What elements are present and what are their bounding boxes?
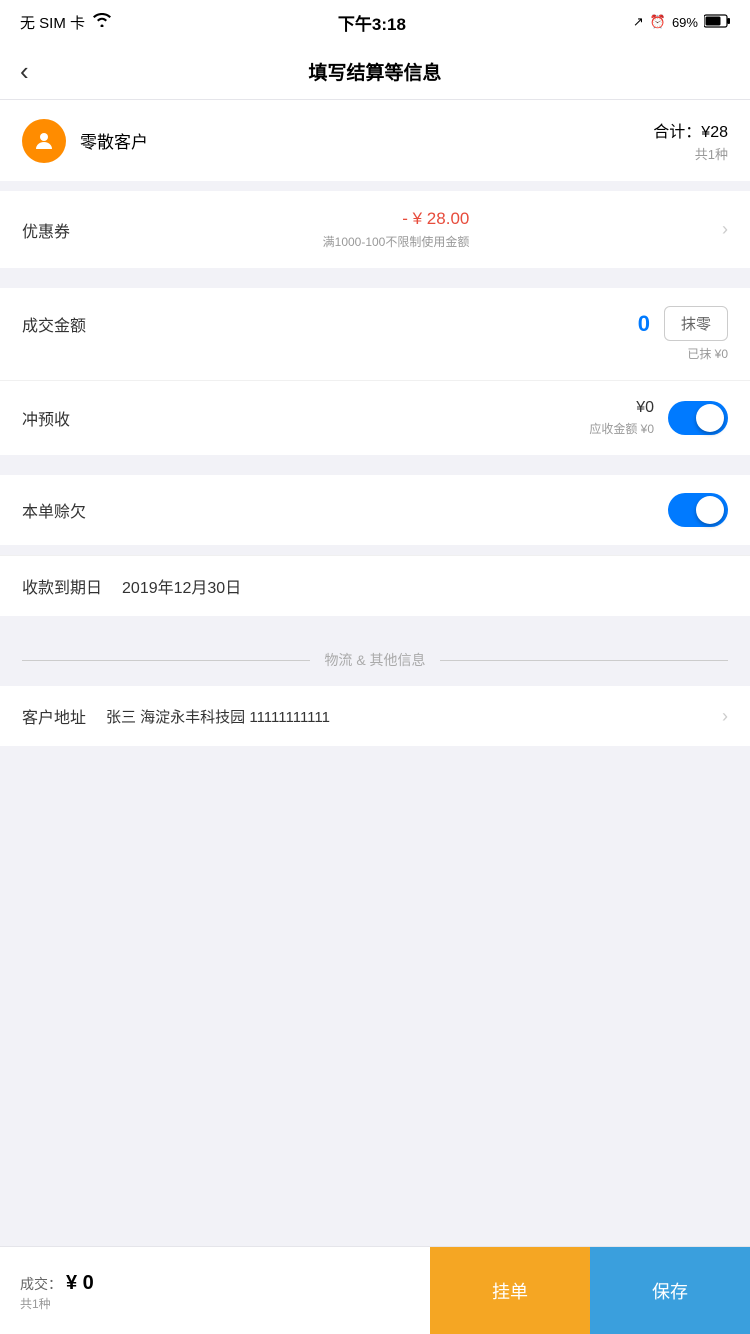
divider-line-right <box>440 660 728 661</box>
bottom-info: 成交： ¥ 0 共1种 <box>0 1247 430 1334</box>
deal-right: 0 抹零 <box>638 306 728 341</box>
nav-bar: ‹ 填写结算等信息 <box>0 44 750 100</box>
sim-indicator: 无 SIM 卡 <box>20 12 85 33</box>
alarm-icon: ⏰ <box>650 14 666 30</box>
credit-toggle[interactable] <box>668 493 728 527</box>
prepay-amount: ¥0 <box>589 399 654 417</box>
prepay-label: 冲预收 <box>22 406 70 430</box>
prepay-right: ¥0 应收金额 ¥0 <box>589 399 728 437</box>
address-section[interactable]: 客户地址 张三 海淀永丰科技园 11111111111 › <box>0 686 750 746</box>
back-button[interactable]: ‹ <box>20 56 29 87</box>
address-value: 张三 海淀永丰科技园 11111111111 <box>106 706 722 727</box>
summary-count: 共1种 <box>653 144 728 163</box>
prepay-values: ¥0 应收金额 ¥0 <box>589 399 654 437</box>
prepay-row: 冲预收 ¥0 应收金额 ¥0 <box>22 399 728 437</box>
due-date: 2019年12月30日 <box>122 574 241 598</box>
deal-sub: 已抹 ¥0 <box>22 345 728 362</box>
coupon-section[interactable]: 优惠券 - ¥ 28.00 满1000-100不限制使用金额 › <box>0 191 750 268</box>
main-content: 零散客户 合计：¥28 共1种 优惠券 - ¥ 28.00 满1000-100不… <box>0 100 750 846</box>
credit-label: 本单赊欠 <box>22 498 86 522</box>
toggle-knob <box>696 404 724 432</box>
battery-percent: 69% <box>672 15 698 30</box>
coupon-chevron-icon: › <box>722 219 728 240</box>
customer-info: 零散客户 <box>22 119 148 163</box>
section-divider-3 <box>0 626 750 636</box>
bottom-bar: 成交： ¥ 0 共1种 挂单 保存 <box>0 1246 750 1334</box>
hang-button[interactable]: 挂单 <box>430 1247 590 1334</box>
logistics-text: 物流 & 其他信息 <box>324 650 425 670</box>
deal-section: 成交金额 0 抹零 已抹 ¥0 冲预收 ¥0 应收金额 ¥0 <box>0 288 750 455</box>
coupon-desc: 满1000-100不限制使用金额 <box>323 233 470 250</box>
avatar <box>22 119 66 163</box>
due-section: 收款到期日 2019年12月30日 <box>0 555 750 616</box>
battery-icon <box>704 14 730 31</box>
coupon-label: 优惠券 <box>22 218 70 242</box>
location-icon: ↗ <box>633 14 644 30</box>
address-chevron-icon: › <box>722 706 728 727</box>
coupon-values: - ¥ 28.00 满1000-100不限制使用金额 <box>323 209 470 250</box>
round-button[interactable]: 抹零 <box>664 306 728 341</box>
due-label: 收款到期日 <box>22 574 102 598</box>
bottom-deal-amount: ¥ 0 <box>66 1272 94 1295</box>
summary-total: 合计：¥28 <box>653 118 728 142</box>
deal-label: 成交金额 <box>22 312 86 336</box>
section-divider-2 <box>0 465 750 475</box>
coupon-discount: - ¥ 28.00 <box>323 209 470 229</box>
prepay-section: 冲预收 ¥0 应收金额 ¥0 <box>0 381 750 455</box>
bottom-count: 共1种 <box>20 1295 410 1312</box>
status-time: 下午3:18 <box>338 10 406 35</box>
customer-name: 零散客户 <box>80 128 148 153</box>
prepay-toggle[interactable] <box>668 401 728 435</box>
logistics-divider: 物流 & 其他信息 <box>0 636 750 684</box>
divider-line-left <box>22 660 310 661</box>
wifi-icon <box>93 13 111 31</box>
deal-amount: 0 <box>638 311 650 337</box>
section-divider-1 <box>0 278 750 288</box>
deal-row: 成交金额 0 抹零 <box>22 306 728 341</box>
status-bar: 无 SIM 卡 下午3:18 ↗ ⏰ 69% <box>0 0 750 44</box>
prepay-sub: 应收金额 ¥0 <box>589 420 654 437</box>
save-button[interactable]: 保存 <box>590 1247 750 1334</box>
credit-toggle-knob <box>696 496 724 524</box>
bottom-deal-label: 成交： <box>20 1274 62 1294</box>
credit-section: 本单赊欠 <box>0 475 750 545</box>
page-title: 填写结算等信息 <box>308 58 441 85</box>
status-left: 无 SIM 卡 <box>20 12 111 33</box>
status-right: ↗ ⏰ 69% <box>633 14 730 31</box>
address-label: 客户地址 <box>22 704 86 728</box>
customer-summary: 合计：¥28 共1种 <box>653 118 728 163</box>
customer-row: 零散客户 合计：¥28 共1种 <box>0 100 750 181</box>
